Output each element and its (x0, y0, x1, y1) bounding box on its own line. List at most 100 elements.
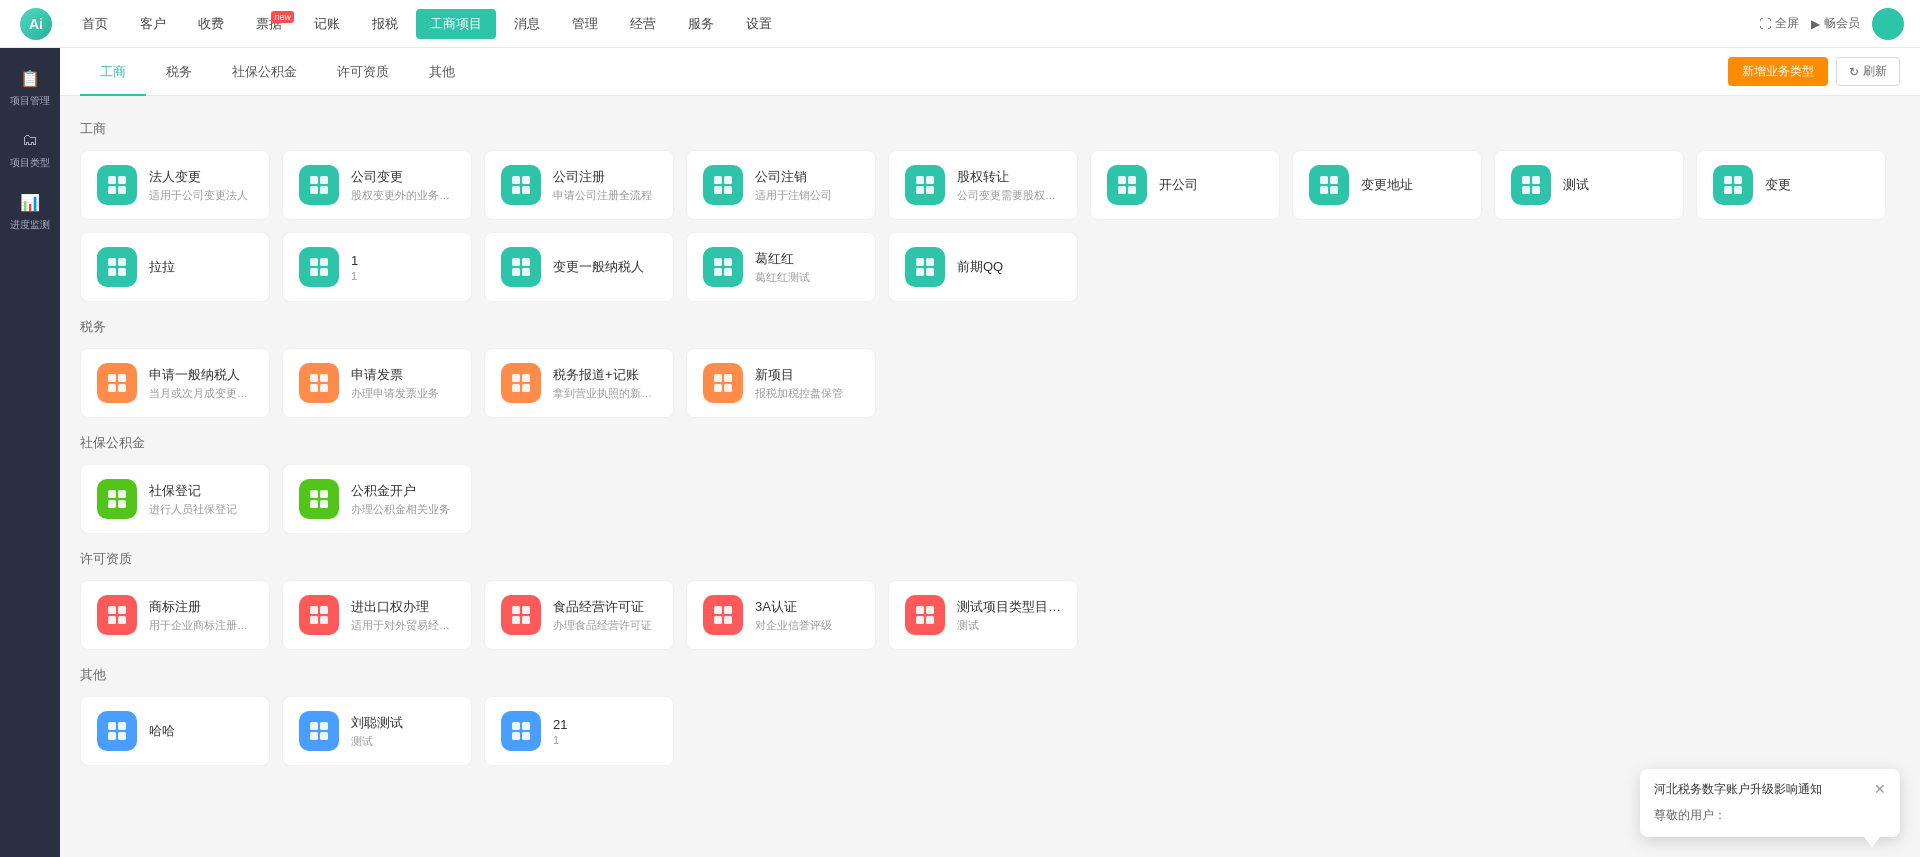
service-card[interactable]: 法人变更 适用于公司变更法人 (80, 150, 270, 220)
sidebar-item-项目类型[interactable]: 🗂项目类型 (0, 118, 60, 180)
nav-item-客户[interactable]: 客户 (126, 9, 180, 39)
service-card[interactable]: 食品经营许可证 办理食品经营许可证 (484, 580, 674, 650)
svg-rect-30 (1522, 186, 1530, 194)
card-desc: 1 (553, 734, 657, 746)
service-card[interactable]: 21 1 (484, 696, 674, 766)
nav-item-票据[interactable]: 票据new (242, 9, 296, 39)
service-card[interactable]: 测试项目类型目定义 测试 (888, 580, 1078, 650)
nav-item-报税[interactable]: 报税 (358, 9, 412, 39)
tab-其他[interactable]: 其他 (409, 48, 475, 96)
card-desc: 适用于注销公司 (755, 188, 859, 203)
tab-税务[interactable]: 税务 (146, 48, 212, 96)
service-card[interactable]: 前期QQ (888, 232, 1078, 302)
card-grid-gongshang: 法人变更 适用于公司变更法人 公司变更 股权变更外的业务变更 (80, 150, 1900, 302)
nav-item-服务[interactable]: 服务 (674, 9, 728, 39)
sidebar-label: 项目管理 (10, 94, 50, 108)
svg-rect-105 (320, 722, 328, 730)
service-card[interactable]: 税务报道+记账 拿到营业执照的新公司 (484, 348, 674, 418)
svg-rect-62 (310, 384, 318, 392)
nav-item-记账[interactable]: 记账 (300, 9, 354, 39)
svg-rect-12 (714, 176, 722, 184)
svg-rect-50 (714, 268, 722, 276)
svg-rect-29 (1532, 176, 1540, 184)
nav-right: ⛶ 全屏 ▶ 畅会员 (1759, 8, 1904, 40)
service-card[interactable]: 公司变更 股权变更外的业务变更 (282, 150, 472, 220)
fullscreen-btn[interactable]: ⛶ 全屏 (1759, 15, 1799, 32)
card-text: 变更 (1765, 176, 1869, 194)
service-card[interactable]: 申请发票 办理申请发票业务 (282, 348, 472, 418)
card-desc: 拿到营业执照的新公司 (553, 386, 657, 401)
card-desc: 适用于对外贸易经营者 (351, 618, 455, 633)
svg-rect-101 (118, 722, 126, 730)
card-desc: 用于企业商标注册服务 (149, 618, 253, 633)
tab-社保公积金[interactable]: 社保公积金 (212, 48, 317, 96)
card-icon (905, 595, 945, 635)
service-card[interactable]: 3A认证 对企业信誉评级 (686, 580, 876, 650)
service-card[interactable]: 哈哈 (80, 696, 270, 766)
nav-item-经营[interactable]: 经营 (616, 9, 670, 39)
service-card[interactable]: 新项目 报税加税控盘保管 (686, 348, 876, 418)
svg-rect-99 (926, 616, 934, 624)
service-card[interactable]: 1 1 (282, 232, 472, 302)
card-text: 测试 (1563, 176, 1667, 194)
svg-rect-45 (522, 258, 530, 266)
sidebar-item-项目管理[interactable]: 📋 项目管理 (0, 56, 60, 118)
service-card[interactable]: 变更地址 (1292, 150, 1482, 220)
svg-rect-90 (512, 616, 520, 624)
svg-rect-77 (320, 490, 328, 498)
svg-rect-79 (320, 500, 328, 508)
svg-rect-59 (118, 384, 126, 392)
card-text: 税务报道+记账 拿到营业执照的新公司 (553, 366, 657, 401)
add-type-button[interactable]: 新增业务类型 (1728, 57, 1828, 86)
nav-item-工商项目[interactable]: 工商项目 (416, 9, 496, 39)
logo[interactable]: Ai (16, 4, 56, 44)
section-title-xuke: 许可资质 (80, 550, 1900, 568)
nav-item-收费[interactable]: 收费 (184, 9, 238, 39)
service-card[interactable]: 股权转让 公司变更需要股权转让 (888, 150, 1078, 220)
service-card[interactable]: 社保登记 进行人员社保登记 (80, 464, 270, 534)
card-text: 公司注册 申请公司注册全流程 (553, 168, 657, 203)
service-card[interactable]: 葛红红 葛红红测试 (686, 232, 876, 302)
tab-工商[interactable]: 工商 (80, 48, 146, 96)
nav-item-管理[interactable]: 管理 (558, 9, 612, 39)
member-btn[interactable]: ▶ 畅会员 (1811, 15, 1860, 32)
service-card[interactable]: 拉拉 (80, 232, 270, 302)
nav-item-设置[interactable]: 设置 (732, 9, 786, 39)
service-card[interactable]: 公积金开户 办理公积金相关业务 (282, 464, 472, 534)
svg-rect-37 (118, 258, 126, 266)
sidebar-icon: 📋 (18, 66, 42, 90)
svg-rect-10 (512, 186, 520, 194)
svg-rect-20 (1118, 176, 1126, 184)
user-avatar[interactable] (1872, 8, 1904, 40)
svg-rect-106 (310, 732, 318, 740)
card-grid-shebao: 社保登记 进行人员社保登记 公积金开户 办理公积金相关业务 (80, 464, 1900, 534)
service-card[interactable]: 开公司 (1090, 150, 1280, 220)
svg-rect-32 (1724, 176, 1732, 184)
service-card[interactable]: 测试 (1494, 150, 1684, 220)
svg-rect-65 (522, 374, 530, 382)
service-card[interactable]: 公司注册 申请公司注册全流程 (484, 150, 674, 220)
svg-rect-102 (108, 732, 116, 740)
service-card[interactable]: 变更 (1696, 150, 1886, 220)
service-card[interactable]: 变更一般纳税人 (484, 232, 674, 302)
card-desc: 1 (351, 270, 455, 282)
card-desc: 当月或次月成变更完成 (149, 386, 253, 401)
sidebar-item-进度监测[interactable]: 📊进度监测 (0, 180, 60, 242)
card-name: 刘聪测试 (351, 714, 455, 732)
svg-rect-61 (320, 374, 328, 382)
tab-许可资质[interactable]: 许可资质 (317, 48, 409, 96)
card-text: 股权转让 公司变更需要股权转让 (957, 168, 1061, 203)
service-card[interactable]: 公司注销 适用于注销公司 (686, 150, 876, 220)
svg-rect-91 (522, 616, 530, 624)
service-card[interactable]: 申请一般纳税人 当月或次月成变更完成 (80, 348, 270, 418)
svg-rect-44 (512, 258, 520, 266)
service-card[interactable]: 进出口权办理 适用于对外贸易经营者 (282, 580, 472, 650)
refresh-button[interactable]: ↻ 刷新 (1836, 57, 1900, 86)
nav-item-消息[interactable]: 消息 (500, 9, 554, 39)
notification-close-icon[interactable]: ✕ (1874, 781, 1886, 797)
card-name: 拉拉 (149, 258, 253, 276)
service-card[interactable]: 商标注册 用于企业商标注册服务 (80, 580, 270, 650)
card-icon (905, 247, 945, 287)
service-card[interactable]: 刘聪测试 测试 (282, 696, 472, 766)
nav-item-首页[interactable]: 首页 (68, 9, 122, 39)
